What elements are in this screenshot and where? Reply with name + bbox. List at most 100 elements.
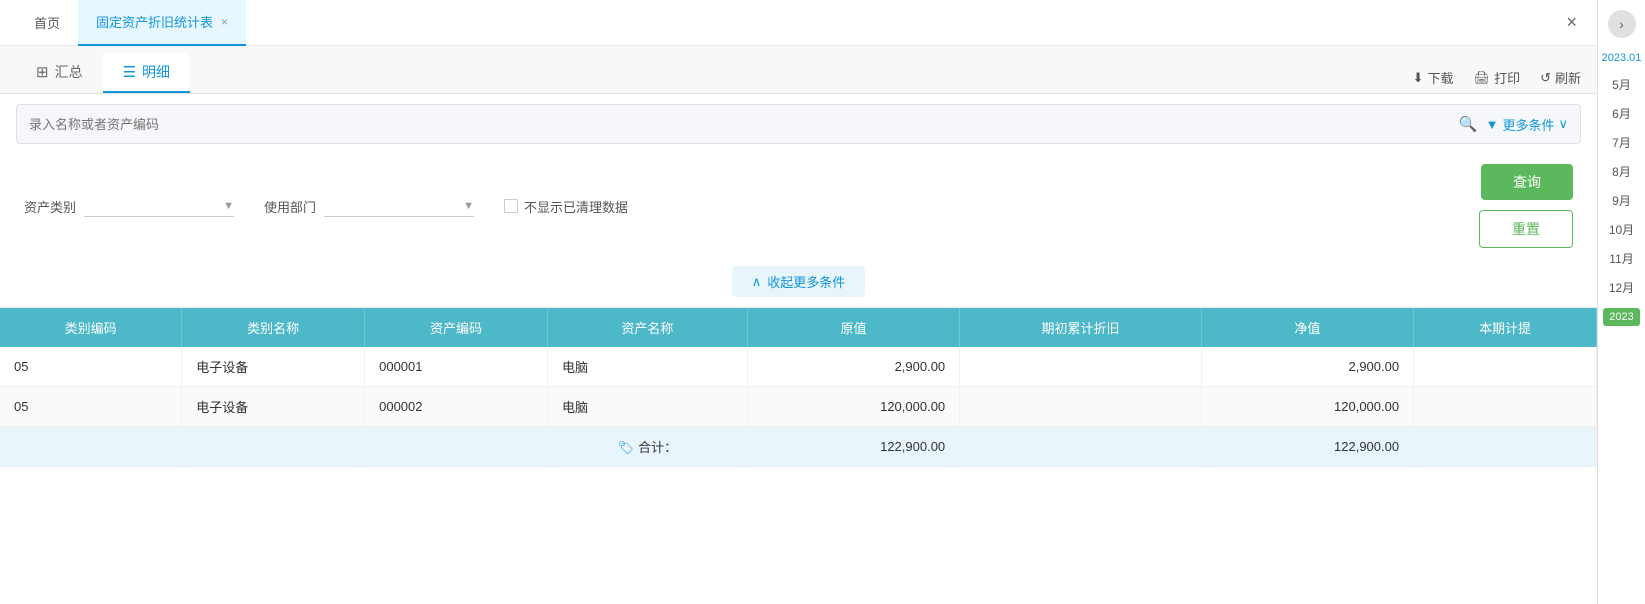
table-cell (960, 347, 1202, 387)
query-button[interactable]: 查询 (1481, 164, 1573, 200)
hide-cleared-field: 不显示已清理数据 (504, 197, 628, 216)
col-original-value: 原值 (747, 308, 959, 347)
col-category-name: 类别名称 (182, 308, 365, 347)
summary-cell (365, 427, 548, 467)
download-label: 下载 (1428, 68, 1454, 87)
table-cell (960, 387, 1202, 427)
table-cell: 000001 (365, 347, 548, 387)
category-dropdown-icon: ▼ (223, 200, 234, 212)
detail-tab-icon: ☰ (123, 63, 136, 81)
detail-tab-label: 明细 (142, 62, 170, 82)
month-item[interactable]: 10月 (1598, 215, 1645, 244)
tab-close-icon[interactable]: × (221, 15, 228, 29)
category-filter: 资产类别 ▼ (24, 196, 234, 217)
refresh-icon: ↺ (1540, 70, 1551, 86)
table-cell (1414, 387, 1597, 427)
table-cell: 120,000.00 (747, 387, 959, 427)
table-cell (1414, 347, 1597, 387)
month-item[interactable]: 9月 (1598, 186, 1645, 215)
collapse-label: 收起更多条件 (767, 272, 845, 291)
table-cell: 2,900.00 (1201, 347, 1413, 387)
refresh-button[interactable]: ↺ 刷新 (1540, 68, 1581, 87)
summary-tab-label: 汇总 (55, 62, 83, 82)
table-cell: 2,900.00 (747, 347, 959, 387)
month-item[interactable]: 6月 (1598, 99, 1645, 128)
tab-summary[interactable]: ⊞ 汇总 (16, 53, 103, 93)
month-item[interactable]: 12月 (1598, 273, 1645, 302)
search-bar: 🔍 ▼ 更多条件 ∨ (16, 104, 1581, 144)
summary-cell (0, 427, 182, 467)
nav-home-label: 首页 (34, 13, 60, 32)
summary-cell: 122,900.00 (1201, 427, 1413, 467)
hide-cleared-checkbox[interactable] (504, 199, 518, 213)
month-item[interactable]: 11月 (1598, 244, 1645, 273)
collapse-icon: ∧ (752, 274, 762, 290)
active-tab-label: 固定资产折旧统计表 (96, 12, 213, 31)
search-icon: 🔍 (1459, 115, 1478, 133)
month-item[interactable]: 8月 (1598, 157, 1645, 186)
category-select[interactable]: ▼ (84, 196, 234, 217)
hide-cleared-label: 不显示已清理数据 (524, 197, 628, 216)
nav-active-tab[interactable]: 固定资产折旧统计表 × (78, 0, 246, 46)
filter-label: 更多条件 (1502, 115, 1554, 134)
table-cell: 电子设备 (182, 347, 365, 387)
month-item[interactable]: 5月 (1598, 70, 1645, 99)
month-item[interactable]: 7月 (1598, 128, 1645, 157)
table-cell: 120,000.00 (1201, 387, 1413, 427)
department-label: 使用部门 (264, 197, 316, 216)
nav-home[interactable]: 首页 (16, 0, 78, 46)
asset-table: 类别编码 类别名称 资产编码 资产名称 原值 期初累计折旧 净值 本期计提 05… (0, 308, 1597, 467)
table-row: 05电子设备000001电脑2,900.002,900.00 (0, 347, 1597, 387)
toolbar-right: ⬇ 下载 🖨 打印 ↺ 刷新 (1413, 68, 1581, 93)
tab-detail[interactable]: ☰ 明细 (103, 53, 190, 93)
filter-area: 资产类别 ▼ 使用部门 ▼ 不显示已清理数据 查询 重置 (0, 154, 1597, 308)
print-icon: 🖨 (1474, 70, 1491, 86)
table-cell: 电脑 (547, 387, 747, 427)
summary-icon: 🏷 (618, 440, 635, 455)
col-accumulated-depreciation: 期初累计折旧 (960, 308, 1202, 347)
table-header-row: 类别编码 类别名称 资产编码 资产名称 原值 期初累计折旧 净值 本期计提 (0, 308, 1597, 347)
table-cell: 05 (0, 387, 182, 427)
summary-cell (960, 427, 1202, 467)
summary-tab-icon: ⊞ (36, 63, 49, 81)
table-row: 05电子设备000002电脑120,000.00120,000.00 (0, 387, 1597, 427)
summary-cell (182, 427, 365, 467)
table-cell: 000002 (365, 387, 548, 427)
collapse-button[interactable]: ∧ 收起更多条件 (732, 266, 866, 297)
search-input[interactable] (29, 117, 1451, 132)
department-dropdown-icon: ▼ (463, 200, 474, 212)
print-button[interactable]: 🖨 打印 (1474, 68, 1521, 87)
department-select[interactable]: ▼ (324, 196, 474, 217)
reset-button[interactable]: 重置 (1479, 210, 1573, 248)
tab-bar: ⊞ 汇总 ☰ 明细 ⬇ 下载 🖨 打印 ↺ 刷新 (0, 46, 1597, 94)
col-category-code: 类别编码 (0, 308, 182, 347)
print-label: 打印 (1494, 68, 1520, 87)
year-badge[interactable]: 2023 (1603, 308, 1639, 326)
summary-cell: 🏷合计： (547, 427, 747, 467)
summary-cell (1414, 427, 1597, 467)
table-wrapper: 类别编码 类别名称 资产编码 资产名称 原值 期初累计折旧 净值 本期计提 05… (0, 308, 1597, 604)
table-cell: 电子设备 (182, 387, 365, 427)
col-asset-code: 资产编码 (365, 308, 548, 347)
download-icon: ⬇ (1413, 70, 1424, 86)
category-label: 资产类别 (24, 197, 76, 216)
filter-row: 资产类别 ▼ 使用部门 ▼ 不显示已清理数据 查询 重置 (24, 164, 1573, 248)
department-filter: 使用部门 ▼ (264, 196, 474, 217)
col-asset-name: 资产名称 (547, 308, 747, 347)
top-nav: 首页 固定资产折旧统计表 × × (0, 0, 1597, 46)
table-cell: 05 (0, 347, 182, 387)
col-current-depreciation: 本期计提 (1414, 308, 1597, 347)
refresh-label: 刷新 (1555, 68, 1581, 87)
summary-row: 🏷合计：122,900.00122,900.00 (0, 427, 1597, 467)
more-filter-button[interactable]: ▼ 更多条件 ∨ (1486, 115, 1568, 134)
month-list: 5月6月7月8月9月10月11月12月 (1598, 70, 1645, 302)
right-sidebar: › 2023.01 5月6月7月8月9月10月11月12月 2023 (1597, 0, 1645, 604)
window-close-button[interactable]: × (1546, 12, 1597, 33)
download-button[interactable]: ⬇ 下载 (1413, 68, 1454, 87)
date-display: 2023.01 (1602, 48, 1642, 68)
filter-buttons: 查询 重置 (1479, 164, 1573, 248)
collapse-bar: ∧ 收起更多条件 (24, 258, 1573, 307)
sidebar-chevron-button[interactable]: › (1608, 10, 1636, 38)
table-cell: 电脑 (547, 347, 747, 387)
summary-cell: 122,900.00 (747, 427, 959, 467)
